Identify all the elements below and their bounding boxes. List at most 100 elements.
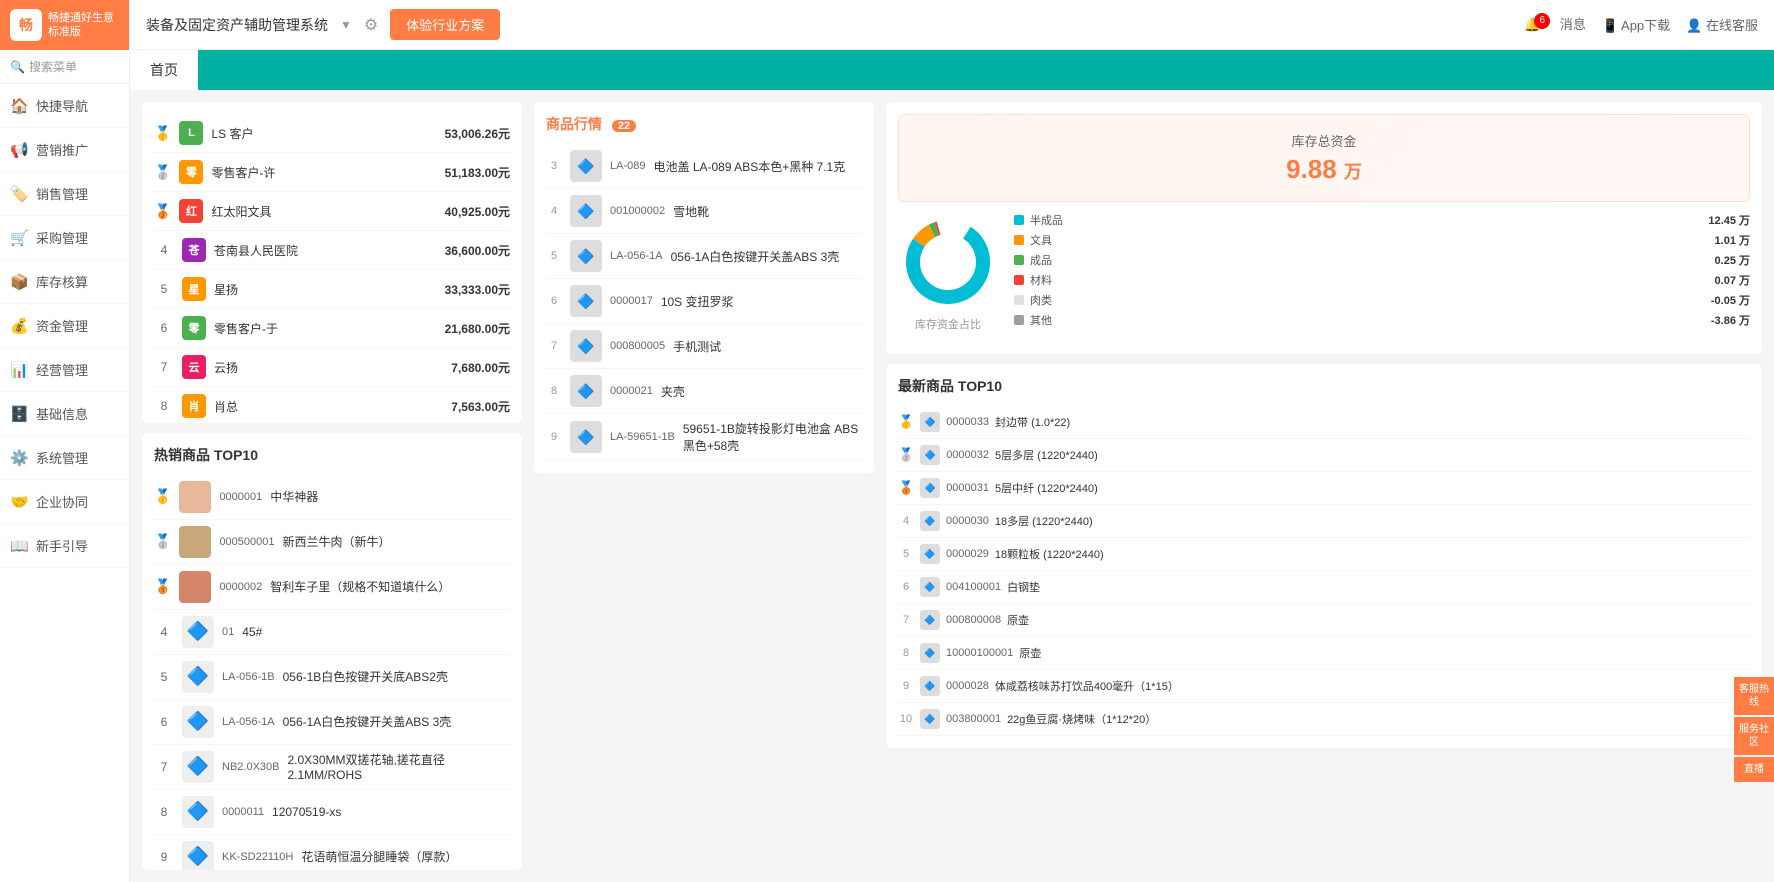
sidebar-icon: 💰	[10, 317, 28, 335]
market-product-item: 6 🔷 0000017 10S 变扭罗浆	[546, 279, 862, 324]
inventory-value: 9.88 万	[915, 154, 1733, 185]
product-name: 12070519-xs	[272, 805, 510, 819]
sidebar-item-基础信息[interactable]: 🗄️ 基础信息	[0, 392, 129, 436]
content-main: 🥇 L LS 客户 53,006.26元 🥈 零 零售客户-许 51,183.0…	[130, 90, 1774, 882]
hot-product-item: 🥈 000500001 新西兰牛肉（新牛）	[154, 520, 510, 565]
customer-name: 红太阳文具	[211, 203, 436, 220]
sidebar-item-营销推广[interactable]: 📢 营销推广	[0, 128, 129, 172]
sales-rank-item: 🥈 零 零售客户-许 51,183.00元	[154, 153, 510, 192]
sales-rank-item: 8 肖 肖总 7,563.00元	[154, 387, 510, 423]
message-btn[interactable]: 🔔6 消息	[1524, 14, 1586, 35]
market-rank: 4	[546, 205, 562, 217]
online-service-btn[interactable]: 👤 在线客服	[1686, 15, 1758, 34]
newest-rank-num: 9	[898, 680, 914, 692]
legend-name: 材料	[1030, 272, 1709, 288]
newest-product-icon: 🔷	[920, 544, 940, 564]
product-thumb: 🔷	[570, 285, 602, 317]
newest-products-list: 🥇 🔷 0000033 封边带 (1.0*22) 🥈 🔷 0000032 5层多…	[898, 406, 1750, 736]
newest-product-code: 0000030	[946, 515, 989, 527]
newest-products-title: 最新商品 TOP10	[898, 376, 1750, 396]
sidebar-item-销售管理[interactable]: 🏷️ 销售管理	[0, 172, 129, 216]
product-thumb: 🔷	[570, 375, 602, 407]
product-thumbnail: 🔷	[182, 661, 214, 693]
sidebar-item-库存核算[interactable]: 📦 库存核算	[0, 260, 129, 304]
app-version: 标准版	[48, 25, 114, 39]
newest-product-name: 原壶	[1019, 645, 1750, 661]
sidebar-item-快捷导航[interactable]: 🏠 快捷导航	[0, 84, 129, 128]
newest-product-name: 5层中纤 (1220*2440)	[995, 480, 1750, 496]
sidebar-item-label: 企业协同	[36, 492, 88, 511]
newest-product-item: 10 🔷 003800001 22g鱼豆腐·烧烤味（1*12*20）	[898, 703, 1750, 736]
medal-icon: 🥈	[154, 164, 171, 181]
legend-item: 肉类 -0.05 万	[1014, 292, 1750, 308]
search-menu[interactable]: 🔍 搜索菜单	[0, 50, 129, 84]
hot-products-title: 热销商品 TOP10	[154, 445, 510, 465]
sales-amount: 51,183.00元	[445, 164, 510, 181]
customer-name: 星扬	[214, 281, 437, 298]
sidebar-item-系统管理[interactable]: ⚙️ 系统管理	[0, 436, 129, 480]
middle-panel: 商品行情 22 3 🔷 LA-089 电池盖 LA-089 ABS本色+黑种 7…	[534, 102, 874, 870]
newest-rank-num: 5	[898, 548, 914, 560]
customer-name: 苍南县人民医院	[214, 242, 437, 259]
trial-button[interactable]: 体验行业方案	[390, 9, 500, 40]
app-download-btn[interactable]: 📱 App下载	[1602, 15, 1670, 34]
gear-icon[interactable]: ⚙	[364, 15, 378, 35]
newest-product-name: 体咸荔核味苏打饮品400毫升（1*15）	[995, 678, 1750, 694]
app-name: 畅捷通好生意	[48, 11, 114, 25]
rank-number: 7	[154, 360, 174, 374]
float-btn-直播[interactable]: 直播	[1734, 757, 1774, 782]
rank-number: 4	[154, 243, 174, 257]
product-code: 0000021	[610, 385, 653, 397]
sidebar-icon: 🛒	[10, 229, 28, 247]
legend-value: -0.05 万	[1711, 292, 1750, 308]
legend-name: 半成品	[1030, 212, 1702, 228]
product-name: 45#	[242, 625, 510, 639]
product-name: 夹壳	[661, 383, 862, 400]
product-code: 000500001	[219, 536, 274, 548]
topbar-right: 🔔6 消息 📱 App下载 👤 在线客服	[1524, 14, 1758, 35]
product-market-title: 商品行情 22	[546, 114, 862, 134]
sales-amount: 36,600.00元	[445, 242, 510, 259]
product-name: 花语萌恒温分腿睡袋（厚款）	[301, 848, 510, 865]
newest-product-name: 原壶	[1007, 612, 1750, 628]
newest-product-name: 白钢垫	[1007, 579, 1750, 595]
dropdown-arrow-icon[interactable]: ▼	[340, 18, 352, 32]
tab-home[interactable]: 首页	[130, 50, 198, 90]
newest-product-code: 0000032	[946, 449, 989, 461]
topbar: 装备及固定资产辅助管理系统 ▼ ⚙ 体验行业方案 🔔6 消息 📱 App下载 👤…	[130, 0, 1774, 50]
newest-rank-num: 7	[898, 614, 914, 626]
market-rank: 5	[546, 250, 562, 262]
product-name: 电池盖 LA-089 ABS本色+黑种 7.1克	[653, 158, 862, 175]
sidebar-icon: 📦	[10, 273, 28, 291]
float-btn-服务社区[interactable]: 服务社区	[1734, 717, 1774, 755]
sidebar-item-资金管理[interactable]: 💰 资金管理	[0, 304, 129, 348]
newest-product-item: 🥇 🔷 0000033 封边带 (1.0*22)	[898, 406, 1750, 439]
sidebar-item-label: 营销推广	[36, 140, 88, 159]
hot-product-item: 5 🔷 LA-056-1B 056-1B白色按键开关底ABS2壳	[154, 655, 510, 700]
rank-number: 6	[154, 321, 174, 335]
sidebar-item-新手引导[interactable]: 📖 新手引导	[0, 524, 129, 568]
sales-amount: 33,333.00元	[445, 281, 510, 298]
newest-product-item: 6 🔷 004100001 白钢垫	[898, 571, 1750, 604]
medal-icon: 🥉	[154, 203, 171, 220]
sidebar-item-label: 资金管理	[36, 316, 88, 335]
sidebar-item-企业协同[interactable]: 🤝 企业协同	[0, 480, 129, 524]
sidebar-items: 🏠 快捷导航📢 营销推广🏷️ 销售管理🛒 采购管理📦 库存核算💰 资金管理📊 经…	[0, 84, 129, 568]
hot-rank-num: 5	[154, 670, 174, 684]
sidebar-item-采购管理[interactable]: 🛒 采购管理	[0, 216, 129, 260]
newest-product-item: 5 🔷 0000029 18颗粒板 (1220*2440)	[898, 538, 1750, 571]
newest-rank-num: 10	[898, 713, 914, 725]
sidebar-logo: 畅 畅捷通好生意 标准版	[0, 0, 129, 50]
product-market-box: 商品行情 22 3 🔷 LA-089 电池盖 LA-089 ABS本色+黑种 7…	[534, 102, 874, 473]
sidebar-item-经营管理[interactable]: 📊 经营管理	[0, 348, 129, 392]
market-badge: 22	[612, 120, 636, 132]
product-name: 056-1B白色按键开关底ABS2壳	[283, 668, 510, 685]
float-btn-客服热线[interactable]: 客服热线	[1734, 677, 1774, 715]
product-thumb: 🔷	[570, 421, 602, 453]
hot-medal-icon: 🥇	[154, 488, 171, 505]
product-code: 0000002	[219, 581, 262, 593]
hot-rank-num: 7	[154, 760, 174, 774]
market-rank: 3	[546, 160, 562, 172]
donut-legend: 半成品 12.45 万 文具 1.01 万 成品 0.25 万 材料 0.07 …	[1014, 212, 1750, 332]
sidebar-icon: ⚙️	[10, 449, 28, 467]
